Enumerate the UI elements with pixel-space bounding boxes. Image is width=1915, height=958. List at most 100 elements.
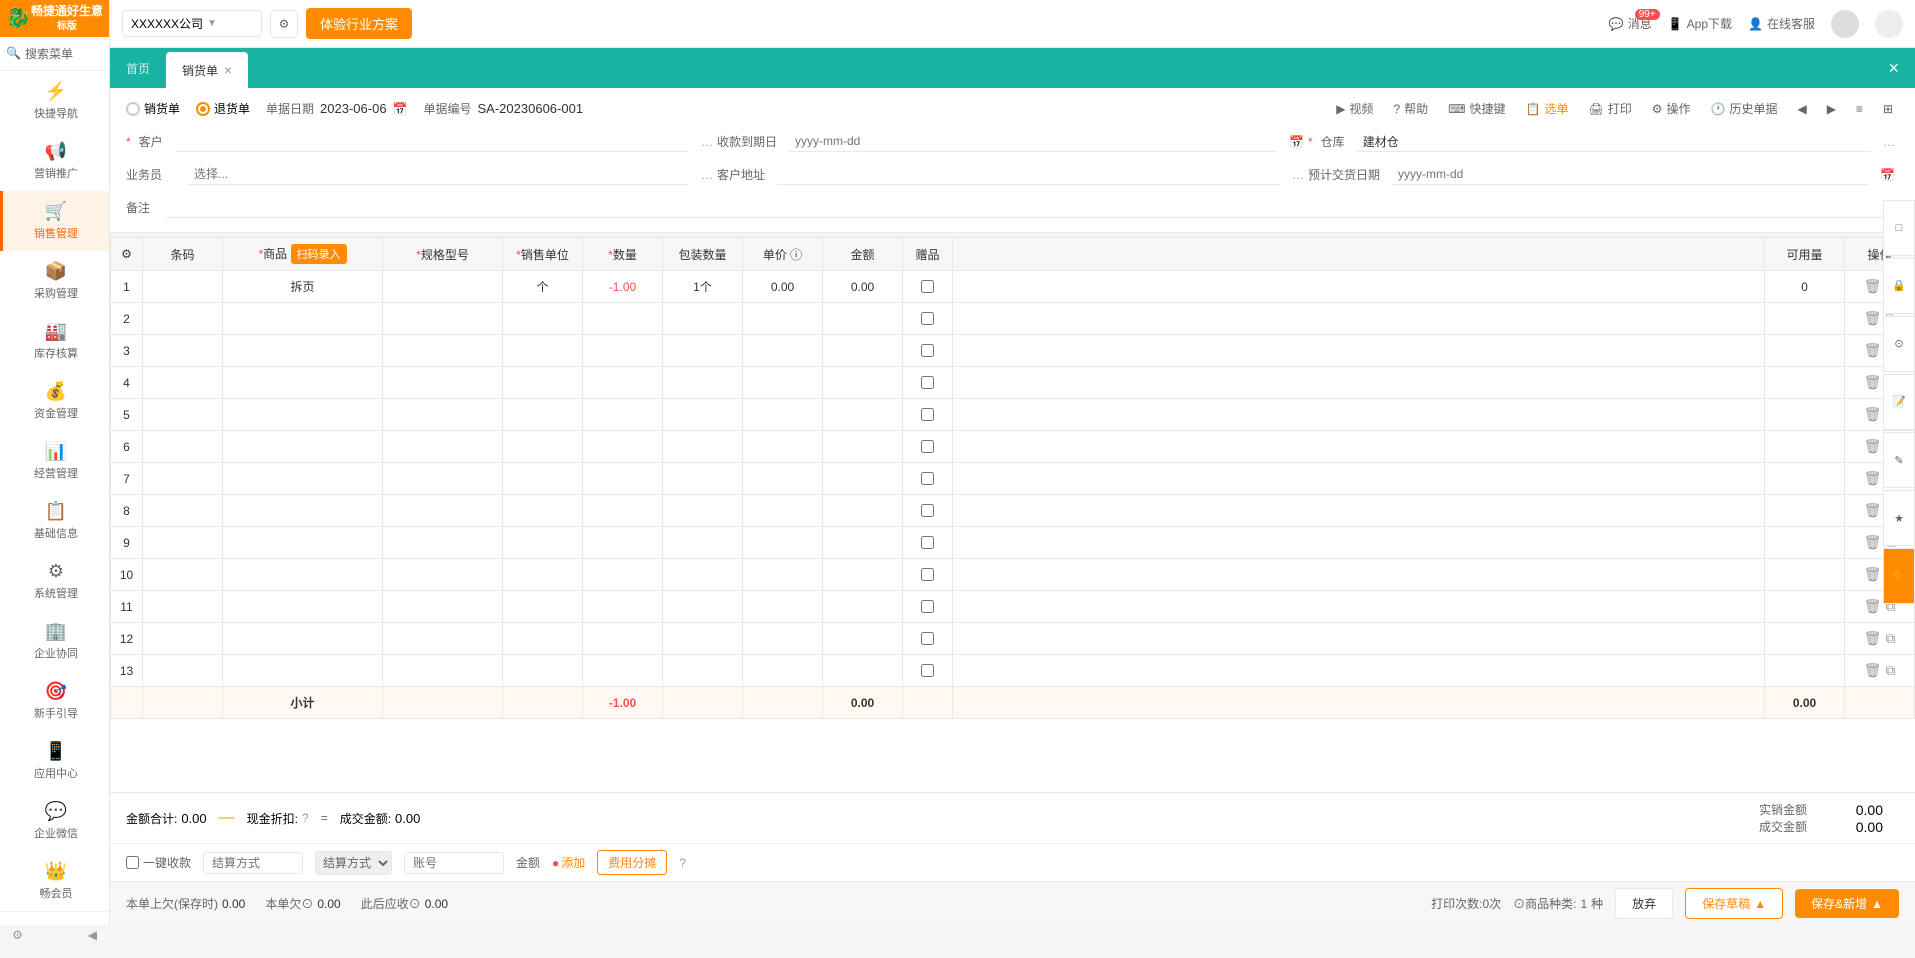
- user-avatar-2[interactable]: [1875, 10, 1903, 38]
- print-btn[interactable]: 🖨 打印: [1582, 98, 1637, 119]
- add-payment-btn[interactable]: ● 添加: [552, 854, 585, 871]
- delete-icon[interactable]: 🗑: [1864, 630, 1882, 647]
- gift-checkbox[interactable]: [921, 504, 934, 517]
- message-btn[interactable]: 💬 消息 99+: [1609, 15, 1652, 32]
- gift-checkbox[interactable]: [921, 472, 934, 485]
- radio-sale[interactable]: 销货单: [126, 100, 180, 117]
- tab-close-icon[interactable]: ×: [224, 62, 232, 78]
- one-click-pay-checkbox[interactable]: 一键收款: [126, 854, 191, 871]
- account-input[interactable]: [404, 852, 504, 874]
- warehouse-input[interactable]: [1357, 131, 1871, 152]
- sidebar-item-wechat[interactable]: 💬 企业微信: [0, 791, 109, 851]
- customer-addr-dots-btn[interactable]: …: [1288, 168, 1308, 182]
- right-btn-7[interactable]: 🔶: [1883, 548, 1915, 604]
- right-btn-2[interactable]: 🔒: [1883, 258, 1915, 314]
- delete-icon[interactable]: 🗑: [1864, 662, 1882, 679]
- sidebar-item-marketing[interactable]: 📢 营销推广: [0, 131, 109, 191]
- customer-addr-input[interactable]: [777, 164, 1280, 185]
- operate-btn[interactable]: ⚙ 操作: [1646, 98, 1697, 119]
- salesperson-input[interactable]: [188, 164, 689, 185]
- tab-home[interactable]: 首页: [110, 48, 166, 88]
- tabbar-close-btn[interactable]: ×: [1880, 58, 1907, 79]
- customer-dots-btn[interactable]: …: [697, 135, 717, 149]
- sidebar-item-guide[interactable]: 🎯 新手引导: [0, 671, 109, 731]
- delete-icon[interactable]: 🗑: [1864, 406, 1882, 423]
- right-btn-4[interactable]: 📝: [1883, 374, 1915, 430]
- gift-checkbox[interactable]: [921, 344, 934, 357]
- scan-button[interactable]: 扫码录入: [291, 244, 347, 264]
- sidebar-item-purchase[interactable]: 📦 采购管理: [0, 251, 109, 311]
- nav-prev-btn[interactable]: ◀: [1791, 100, 1812, 118]
- company-select[interactable]: XXXXXX公司 ▼: [122, 10, 262, 37]
- row-barcode[interactable]: [143, 271, 223, 303]
- row-product[interactable]: 拆页: [223, 271, 383, 303]
- delete-icon[interactable]: 🗑: [1864, 598, 1882, 615]
- gift-checkbox[interactable]: [921, 536, 934, 549]
- list-view-btn[interactable]: ≡: [1850, 100, 1869, 118]
- gift-checkbox[interactable]: [921, 664, 934, 677]
- grid-view-btn[interactable]: ⊞: [1877, 100, 1899, 118]
- gift-checkbox[interactable]: [921, 600, 934, 613]
- delete-icon[interactable]: 🗑: [1864, 470, 1882, 487]
- app-download-btn[interactable]: 📱 App下载: [1668, 15, 1732, 32]
- customer-input[interactable]: [175, 131, 689, 152]
- sidebar-search[interactable]: 🔍 搜索菜单: [0, 37, 109, 71]
- gift-checkbox[interactable]: [921, 376, 934, 389]
- history-btn[interactable]: 🕐 历史单据: [1704, 98, 1783, 119]
- expected-date-calendar-icon[interactable]: 📅: [1876, 168, 1899, 182]
- sidebar-item-business[interactable]: 📊 经营管理: [0, 431, 109, 491]
- gift-checkbox[interactable]: [921, 632, 934, 645]
- row-unit[interactable]: 个: [503, 271, 583, 303]
- online-service-btn[interactable]: 👤 在线客服: [1748, 15, 1815, 32]
- remarks-input[interactable]: [166, 197, 1899, 218]
- delete-icon[interactable]: 🗑: [1864, 342, 1882, 359]
- receive-date-calendar-icon[interactable]: 📅: [1285, 135, 1308, 149]
- sidebar-item-enterprise[interactable]: 🏢 企业协同: [0, 611, 109, 671]
- copy-icon[interactable]: ⧉: [1885, 662, 1895, 679]
- row-pack-qty[interactable]: 1个: [663, 271, 743, 303]
- fee-split-button[interactable]: 费用分摊: [597, 850, 667, 875]
- abandon-button[interactable]: 放弃: [1615, 888, 1673, 919]
- sidebar-collapse-btn[interactable]: ◀: [84, 920, 101, 950]
- copy-icon[interactable]: ⧉: [1885, 630, 1895, 647]
- sidebar-settings-btn[interactable]: ⚙: [8, 920, 27, 950]
- trial-button[interactable]: 体验行业方案: [306, 8, 412, 39]
- gift-checkbox[interactable]: [921, 312, 934, 325]
- warehouse-dots-btn[interactable]: …: [1879, 135, 1899, 149]
- sidebar-item-member[interactable]: 👑 畅会员: [0, 851, 109, 911]
- radio-return[interactable]: 退货单: [196, 100, 250, 117]
- row-gift[interactable]: [903, 271, 953, 303]
- calc-method-select[interactable]: 结算方式: [315, 851, 392, 875]
- salesperson-dots-btn[interactable]: …: [697, 168, 717, 182]
- gift-checkbox[interactable]: [921, 568, 934, 581]
- shortcut-key-btn[interactable]: ⌨ 快捷键: [1442, 98, 1511, 119]
- help-btn[interactable]: ? 帮助: [1387, 98, 1434, 119]
- user-avatar[interactable]: [1831, 10, 1859, 38]
- right-btn-6[interactable]: ★: [1883, 490, 1915, 546]
- choose-btn[interactable]: 📋 选单: [1519, 98, 1574, 119]
- sidebar-item-inventory[interactable]: 🏭 库存核算: [0, 311, 109, 371]
- gift-checkbox[interactable]: [921, 280, 934, 293]
- receive-date-input[interactable]: [789, 131, 1277, 152]
- fee-help-icon[interactable]: ?: [679, 856, 686, 870]
- delete-icon[interactable]: 🗑: [1864, 502, 1882, 519]
- delete-icon[interactable]: 🗑: [1864, 310, 1882, 327]
- one-click-checkbox[interactable]: [126, 856, 139, 869]
- row-price[interactable]: 0.00: [743, 271, 823, 303]
- expected-date-input[interactable]: [1392, 164, 1868, 185]
- row-qty[interactable]: -1.00: [583, 271, 663, 303]
- right-btn-3[interactable]: ⊙: [1883, 316, 1915, 372]
- delete-icon[interactable]: 🗑: [1864, 534, 1882, 551]
- delete-icon[interactable]: 🗑: [1864, 278, 1882, 295]
- sidebar-item-system[interactable]: ⚙ 系统管理: [0, 551, 109, 611]
- sidebar-item-sales[interactable]: 🛒 销售管理: [0, 191, 109, 251]
- calc-method-input[interactable]: [203, 852, 303, 874]
- save-new-button[interactable]: 保存&新增 ▲: [1795, 889, 1899, 918]
- settings-btn[interactable]: ⚙: [270, 10, 298, 38]
- gift-checkbox[interactable]: [921, 440, 934, 453]
- delete-icon[interactable]: 🗑: [1864, 566, 1882, 583]
- sidebar-item-shortcut[interactable]: ⚡ 快捷导航: [0, 71, 109, 131]
- sidebar-item-basic-info[interactable]: 📋 基础信息: [0, 491, 109, 551]
- video-btn[interactable]: ▶ 视频: [1330, 98, 1379, 119]
- right-btn-5[interactable]: ✎: [1883, 432, 1915, 488]
